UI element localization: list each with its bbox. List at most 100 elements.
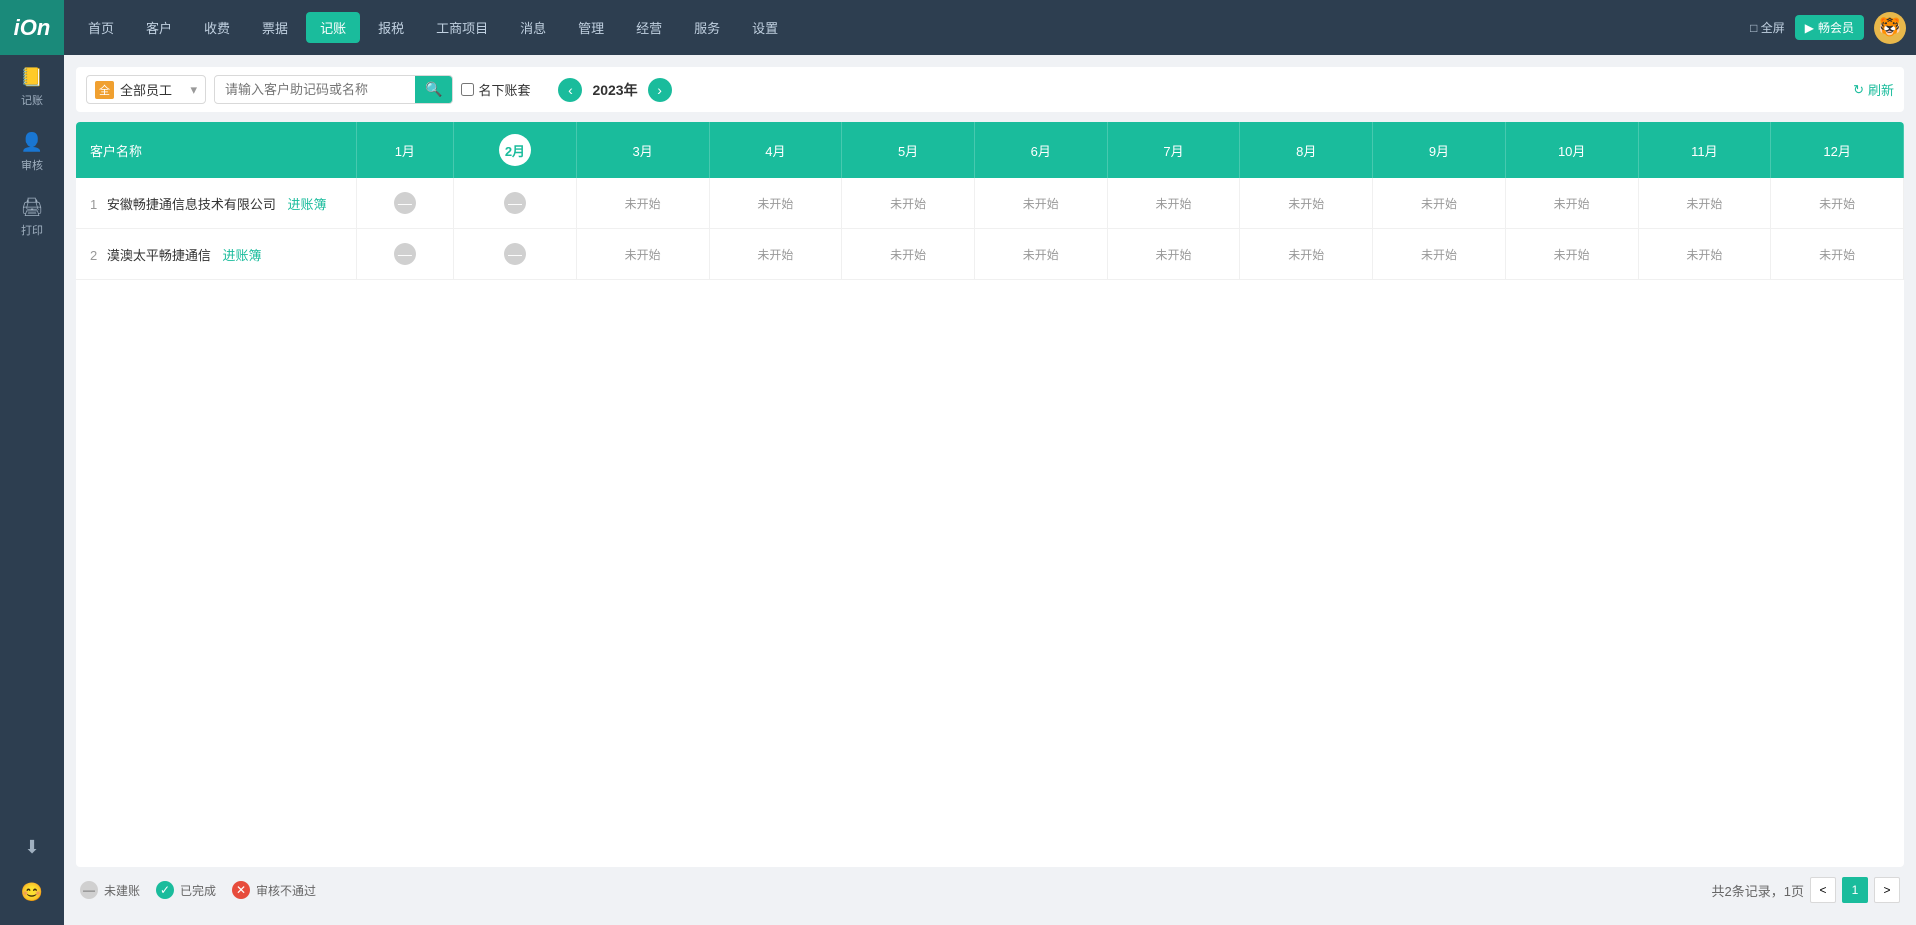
prev-page-button[interactable]: < xyxy=(1810,877,1836,903)
sidebar-item-help[interactable]: 😊 xyxy=(0,870,64,915)
vip-button[interactable]: ▶ 畅会员 xyxy=(1795,15,1864,40)
nav-operation[interactable]: 经营 xyxy=(622,12,676,43)
pagination: 共2条记录，1页 < 1 > xyxy=(1712,877,1900,903)
nav-bookkeeping[interactable]: 记账 xyxy=(306,12,360,43)
cell-nov-1: 未开始 xyxy=(1638,229,1771,280)
cell-may-1: 未开始 xyxy=(842,229,975,280)
page-content: 全 全部员工 ▾ 🔍 名下账套 ‹ 2023年 › ↻ 刷新 xyxy=(64,55,1916,925)
year-nav: ‹ 2023年 › xyxy=(558,78,671,102)
col-header-jul: 7月 xyxy=(1107,122,1240,178)
search-input[interactable] xyxy=(215,77,415,102)
cell-jul-0: 未开始 xyxy=(1107,178,1240,229)
table-wrap: 客户名称 1月 2月 3月 4月 5月 6月 7月 8月 9月 10月 11月 xyxy=(76,122,1904,867)
nav-home[interactable]: 首页 xyxy=(74,12,128,43)
nav-invoice[interactable]: 票据 xyxy=(248,12,302,43)
avatar[interactable]: 🐯 xyxy=(1874,12,1906,44)
nav-tax[interactable]: 报税 xyxy=(364,12,418,43)
not-started-label: 未开始 xyxy=(890,197,926,211)
cell-sep-0: 未开始 xyxy=(1373,178,1506,229)
current-page-button[interactable]: 1 xyxy=(1842,877,1868,903)
cell-apr-0: 未开始 xyxy=(709,178,842,229)
download-icon: ⬇ xyxy=(24,837,39,858)
table-row: 1 安徽畅捷通信息技术有限公司 进账簿 ——未开始未开始未开始未开始未开始未开始… xyxy=(76,178,1904,229)
cell-apr-1: 未开始 xyxy=(709,229,842,280)
cell-aug-1: 未开始 xyxy=(1240,229,1373,280)
refresh-icon: ↻ xyxy=(1853,82,1864,98)
legend-not-built: — 未建账 xyxy=(80,881,140,899)
next-year-button[interactable]: › xyxy=(648,78,672,102)
nav-settings[interactable]: 设置 xyxy=(738,12,792,43)
not-started-label: 未开始 xyxy=(1686,197,1722,211)
nav-customer[interactable]: 客户 xyxy=(132,12,186,43)
cell-mar-0: 未开始 xyxy=(576,178,709,229)
nav-service[interactable]: 服务 xyxy=(680,12,734,43)
sidebar-item-print[interactable]: 🖨 打印 xyxy=(0,185,64,250)
status-circle: — xyxy=(394,243,416,265)
not-started-label: 未开始 xyxy=(1023,197,1059,211)
current-month-circle: 2月 xyxy=(499,134,531,166)
next-page-button[interactable]: > xyxy=(1874,877,1900,903)
cell-name-0: 1 安徽畅捷通信息技术有限公司 进账簿 xyxy=(76,178,356,229)
not-started-label: 未开始 xyxy=(1819,248,1855,262)
nav-message[interactable]: 消息 xyxy=(506,12,560,43)
sidebar-item-download[interactable]: ⬇ xyxy=(0,825,64,870)
cell-feb-0: — xyxy=(454,178,577,229)
enter-ledger-link-1[interactable]: 进账簿 xyxy=(223,248,262,263)
nav-collection[interactable]: 收费 xyxy=(190,12,244,43)
col-header-may: 5月 xyxy=(842,122,975,178)
cell-jun-0: 未开始 xyxy=(974,178,1107,229)
enter-ledger-link-0[interactable]: 进账簿 xyxy=(288,197,327,212)
not-started-label: 未开始 xyxy=(1288,197,1324,211)
cell-jun-1: 未开始 xyxy=(974,229,1107,280)
col-header-dec: 12月 xyxy=(1771,122,1904,178)
cell-may-0: 未开始 xyxy=(842,178,975,229)
fullscreen-label[interactable]: □ 全屏 xyxy=(1750,19,1785,36)
legend-completed: ✓ 已完成 xyxy=(156,881,216,899)
employee-select[interactable]: 全 全部员工 ▾ xyxy=(86,75,206,104)
sidebar-item-audit[interactable]: 👤 审核 xyxy=(0,120,64,185)
not-built-dot: — xyxy=(80,881,98,899)
not-started-label: 未开始 xyxy=(1554,248,1590,262)
search-button[interactable]: 🔍 xyxy=(415,76,452,103)
not-started-label: 未开始 xyxy=(757,248,793,262)
checkbox-label[interactable]: 名下账套 xyxy=(461,80,530,99)
search-input-wrap: 🔍 xyxy=(214,75,453,104)
my-accounts-checkbox[interactable] xyxy=(461,83,474,96)
top-nav: 首页 客户 收费 票据 记账 报税 工商项目 消息 管理 经营 服务 设置 □ … xyxy=(64,0,1916,55)
not-started-label: 未开始 xyxy=(757,197,793,211)
status-circle: — xyxy=(504,243,526,265)
prev-year-button[interactable]: ‹ xyxy=(558,78,582,102)
bookkeeping-icon: 📒 xyxy=(21,67,43,88)
dropdown-chevron-icon: ▾ xyxy=(190,82,197,98)
col-header-nov: 11月 xyxy=(1638,122,1771,178)
cell-aug-0: 未开始 xyxy=(1240,178,1373,229)
not-started-label: 未开始 xyxy=(1554,197,1590,211)
cell-oct-0: 未开始 xyxy=(1505,178,1638,229)
help-icon: 😊 xyxy=(21,882,43,903)
not-built-label: 未建账 xyxy=(104,882,140,899)
sidebar-bottom: ⬇ 😊 xyxy=(0,825,64,925)
total-label: 共2条记录，1页 xyxy=(1712,881,1804,900)
sidebar-item-bookkeeping-label: 记账 xyxy=(21,92,43,108)
cell-jan-1: — xyxy=(356,229,454,280)
col-header-jun: 6月 xyxy=(974,122,1107,178)
legend-rejected: ✕ 审核不通过 xyxy=(232,881,316,899)
sidebar-item-bookkeeping[interactable]: 📒 记账 xyxy=(0,55,64,120)
col-header-apr: 4月 xyxy=(709,122,842,178)
cell-mar-1: 未开始 xyxy=(576,229,709,280)
col-header-name: 客户名称 xyxy=(76,122,356,178)
cell-nov-0: 未开始 xyxy=(1638,178,1771,229)
rejected-label: 审核不通过 xyxy=(256,882,316,899)
cell-oct-1: 未开始 xyxy=(1505,229,1638,280)
year-label: 2023年 xyxy=(592,80,637,100)
nav-business[interactable]: 工商项目 xyxy=(422,12,502,43)
not-started-label: 未开始 xyxy=(625,197,661,211)
main-table: 客户名称 1月 2月 3月 4月 5月 6月 7月 8月 9月 10月 11月 xyxy=(76,122,1904,280)
sidebar: iOn 📒 记账 👤 审核 🖨 打印 ⬇ 😊 xyxy=(0,0,64,925)
not-started-label: 未开始 xyxy=(1023,248,1059,262)
col-header-oct: 10月 xyxy=(1505,122,1638,178)
completed-label: 已完成 xyxy=(180,882,216,899)
refresh-button[interactable]: ↻ 刷新 xyxy=(1853,80,1894,99)
cell-jul-1: 未开始 xyxy=(1107,229,1240,280)
nav-manage[interactable]: 管理 xyxy=(564,12,618,43)
